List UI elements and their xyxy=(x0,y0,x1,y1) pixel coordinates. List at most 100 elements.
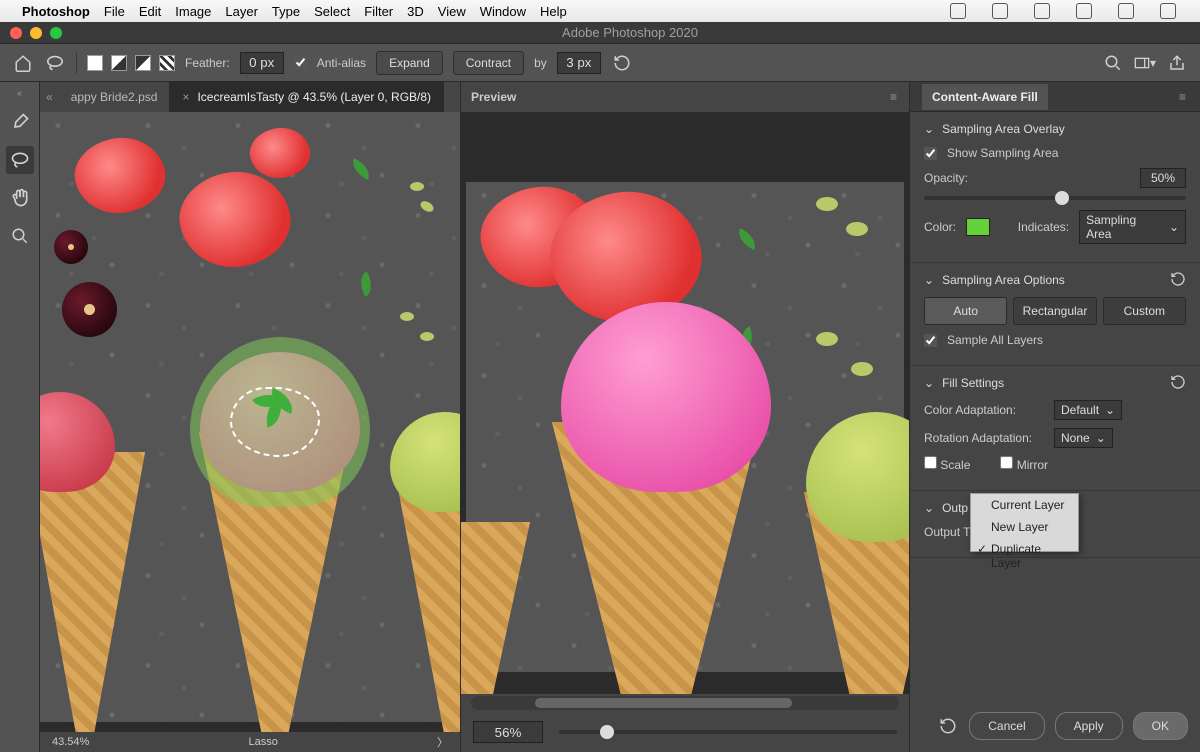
subtract-selection-icon[interactable] xyxy=(135,55,151,71)
menu-type[interactable]: Type xyxy=(272,4,300,19)
traffic-close[interactable] xyxy=(10,27,22,39)
hand-tool-icon[interactable] xyxy=(6,184,34,212)
mirror-checkbox[interactable] xyxy=(1000,456,1013,469)
scale-checkbox[interactable] xyxy=(924,456,937,469)
menu-select[interactable]: Select xyxy=(314,4,350,19)
opacity-value[interactable]: 50% xyxy=(1140,168,1186,188)
lasso-options-icon[interactable] xyxy=(44,52,66,74)
sample-all-checkbox[interactable] xyxy=(924,334,937,347)
lasso-tool-icon[interactable] xyxy=(6,146,34,174)
reset-sampling-icon[interactable] xyxy=(1170,271,1186,290)
chevron-down-icon: ⌄ xyxy=(924,501,934,515)
chevron-down-icon: ⌄ xyxy=(924,273,934,287)
share-icon[interactable] xyxy=(1166,52,1188,74)
feather-input[interactable] xyxy=(240,52,284,74)
toolbar-grip-icon[interactable]: « xyxy=(17,88,22,98)
brush-tool-icon[interactable] xyxy=(6,108,34,136)
preview-hscroll[interactable] xyxy=(471,696,899,710)
status-chevron-icon[interactable]: 〉 xyxy=(437,734,448,750)
status-bar: 43.54% Lasso 〉 xyxy=(40,732,460,752)
indicates-select[interactable]: Sampling Area⌄ xyxy=(1079,210,1186,244)
mode-rectangular[interactable]: Rectangular xyxy=(1013,297,1096,325)
indicates-label: Indicates: xyxy=(1018,220,1069,234)
menu-file[interactable]: File xyxy=(104,4,125,19)
coloradapt-label: Color Adaptation: xyxy=(924,403,1044,417)
by-input[interactable] xyxy=(557,52,601,74)
new-selection-icon[interactable] xyxy=(87,55,103,71)
sect-fill-title: Fill Settings xyxy=(942,376,1004,390)
apply-button[interactable]: Apply xyxy=(1055,712,1123,740)
status-icon-3[interactable] xyxy=(1076,3,1092,19)
opacity-label: Opacity: xyxy=(924,171,968,185)
tab-active[interactable]: × IcecreamIsTasty @ 43.5% (Layer 0, RGB/… xyxy=(170,82,444,112)
menu-layer[interactable]: Layer xyxy=(225,4,258,19)
menu-window[interactable]: Window xyxy=(480,4,526,19)
workspace-icon[interactable]: ▾ xyxy=(1134,52,1156,74)
add-selection-icon[interactable] xyxy=(111,55,127,71)
coloradapt-select[interactable]: Default⌄ xyxy=(1054,400,1122,420)
expand-button[interactable]: Expand xyxy=(376,51,443,75)
intersect-selection-icon[interactable] xyxy=(159,55,175,71)
menubar-app[interactable]: Photoshop xyxy=(22,4,90,19)
menu-view[interactable]: View xyxy=(438,4,466,19)
antialias-checkbox[interactable] xyxy=(294,56,307,69)
menu-image[interactable]: Image xyxy=(175,4,211,19)
sect-sampling-overlay: ⌄Sampling Area Overlay Show Sampling Are… xyxy=(910,112,1200,263)
menu-help[interactable]: Help xyxy=(540,4,567,19)
reset-fill-icon[interactable] xyxy=(1170,374,1186,393)
sect-options-toggle[interactable]: ⌄Sampling Area Options xyxy=(924,273,1186,287)
zoom-tool-icon[interactable] xyxy=(6,222,34,250)
contract-button[interactable]: Contract xyxy=(453,51,524,75)
by-label: by xyxy=(534,56,547,70)
window-titlebar: Adobe Photoshop 2020 xyxy=(0,22,1200,44)
cancel-button[interactable]: Cancel xyxy=(969,712,1044,740)
preview-title: Preview xyxy=(471,90,516,104)
tabs-scroll-icon[interactable]: « xyxy=(40,90,59,104)
panel-title: Content-Aware Fill xyxy=(922,84,1048,110)
mode-custom[interactable]: Custom xyxy=(1103,297,1186,325)
document-canvas[interactable] xyxy=(40,112,460,732)
ok-button[interactable]: OK xyxy=(1133,712,1188,740)
sect-output-title: Outp xyxy=(942,501,968,515)
panel-menu-icon[interactable]: ≡ xyxy=(1179,90,1188,104)
search-icon[interactable] xyxy=(1102,52,1124,74)
reset-icon[interactable] xyxy=(611,52,633,74)
window-title: Adobe Photoshop 2020 xyxy=(70,25,1190,40)
home-icon[interactable] xyxy=(12,52,34,74)
popup-current-layer[interactable]: Current Layer xyxy=(971,494,1078,516)
popup-new-layer[interactable]: New Layer xyxy=(971,516,1078,538)
sect-fill-toggle[interactable]: ⌄Fill Settings xyxy=(924,376,1186,390)
tab-inactive[interactable]: appy Bride2.psd xyxy=(59,82,171,112)
opacity-slider[interactable] xyxy=(924,196,1186,200)
menu-3d[interactable]: 3D xyxy=(407,4,424,19)
preview-zoom-input[interactable] xyxy=(473,721,543,743)
status-icon-1[interactable] xyxy=(992,3,1008,19)
preview-canvas[interactable] xyxy=(461,112,909,694)
close-tab-icon[interactable]: × xyxy=(182,90,189,104)
preview-menu-icon[interactable]: ≡ xyxy=(890,90,899,104)
cc-icon[interactable] xyxy=(950,3,966,19)
status-icon-4[interactable] xyxy=(1118,3,1134,19)
menu-filter[interactable]: Filter xyxy=(364,4,393,19)
traffic-minimize[interactable] xyxy=(30,27,42,39)
popup-duplicate-layer[interactable]: Duplicate Layer xyxy=(971,538,1005,551)
overlay-color-swatch[interactable] xyxy=(966,218,990,236)
footer-reset-icon[interactable] xyxy=(937,715,959,737)
rotadapt-select[interactable]: None⌄ xyxy=(1054,428,1113,448)
traffic-zoom[interactable] xyxy=(50,27,62,39)
status-zoom[interactable]: 43.54% xyxy=(52,736,89,748)
sample-all-label: Sample All Layers xyxy=(947,333,1043,347)
mode-auto[interactable]: Auto xyxy=(924,297,1007,325)
panel-footer: Cancel Apply OK xyxy=(910,700,1200,752)
preview-zoom-slider[interactable] xyxy=(559,730,897,734)
outputto-label: Output T xyxy=(924,525,970,539)
document-tabs: « appy Bride2.psd × IcecreamIsTasty @ 43… xyxy=(40,82,460,112)
sect-overlay-toggle[interactable]: ⌄Sampling Area Overlay xyxy=(924,122,1186,136)
show-sampling-checkbox[interactable] xyxy=(924,147,937,160)
spotlight-icon[interactable] xyxy=(1160,3,1176,19)
status-icon-2[interactable] xyxy=(1034,3,1050,19)
rotadapt-label: Rotation Adaptation: xyxy=(924,431,1044,445)
menu-edit[interactable]: Edit xyxy=(139,4,161,19)
document-column: « appy Bride2.psd × IcecreamIsTasty @ 43… xyxy=(40,82,460,752)
content-aware-panel: Content-Aware Fill ≡ ⌄Sampling Area Over… xyxy=(910,82,1200,752)
